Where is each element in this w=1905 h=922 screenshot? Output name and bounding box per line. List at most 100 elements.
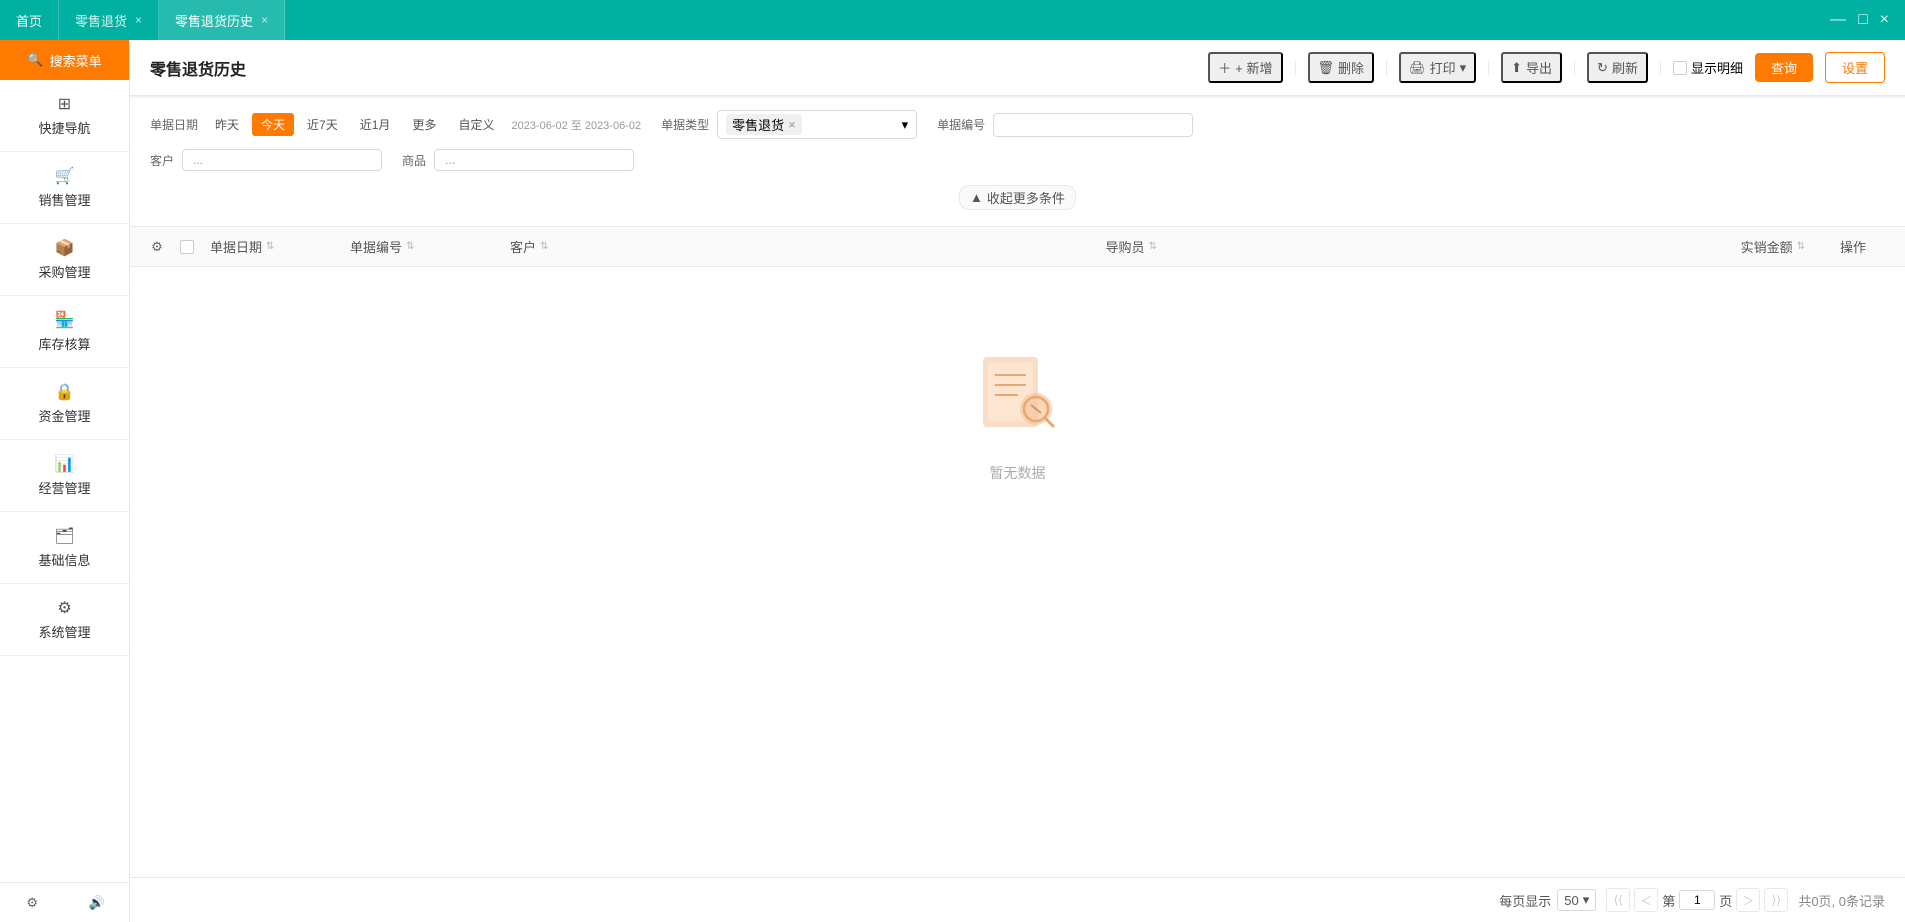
bill-type-label: 单据类型 bbox=[661, 116, 709, 133]
tab-retail-return[interactable]: 零售退货 × bbox=[59, 0, 159, 40]
page-number-input[interactable] bbox=[1679, 890, 1715, 910]
filter-bill-type: 单据类型 零售退货 × ▾ bbox=[661, 110, 917, 139]
th-bill-date[interactable]: 单据日期 ⇅ bbox=[202, 237, 342, 256]
date-range-display: 2023-06-02 至 2023-06-02 bbox=[511, 117, 641, 133]
show-detail-checkbox[interactable]: 显示明细 bbox=[1673, 58, 1743, 77]
per-page-label: 每页显示 bbox=[1499, 891, 1551, 910]
filter-product: 商品 ... bbox=[402, 149, 634, 171]
sales-icon: 🛒 bbox=[55, 166, 75, 186]
first-page-btn[interactable]: ⟨⟨ bbox=[1606, 888, 1630, 912]
delete-button[interactable]: 🗑 删除 bbox=[1308, 52, 1375, 83]
table-select-all-checkbox[interactable] bbox=[172, 240, 202, 254]
header-actions: ＋ + 新增 🗑 删除 🖨 打印 ▾ ⬆ 导出 bbox=[1208, 52, 1885, 83]
refresh-button[interactable]: ↻ 刷新 bbox=[1587, 52, 1648, 83]
empty-icon bbox=[968, 347, 1068, 447]
delete-label: 删除 bbox=[1338, 58, 1364, 77]
customer-select-btn[interactable]: ... bbox=[182, 149, 382, 171]
minimize-icon[interactable]: — bbox=[1830, 11, 1846, 29]
sidebar-item-finance[interactable]: 🔒 资金管理 bbox=[0, 368, 129, 440]
divider5 bbox=[1660, 61, 1661, 75]
sidebar-nav: ⊞ 快捷导航 🛒 销售管理 📦 采购管理 🏪 库存核算 🔒 资金管理 📊 bbox=[0, 80, 129, 882]
prev-page-btn[interactable]: ＜ bbox=[1634, 888, 1658, 912]
sidebar-item-purchase-mgmt[interactable]: 📦 采购管理 bbox=[0, 224, 129, 296]
bill-type-select[interactable]: 零售退货 × ▾ bbox=[717, 110, 917, 139]
table-container: ⚙ 单据日期 ⇅ 单据编号 ⇅ 客户 ⇅ 导购员 ⇅ bbox=[130, 227, 1905, 877]
close-retail-return-icon[interactable]: × bbox=[135, 13, 142, 27]
th-customer[interactable]: 客户 ⇅ bbox=[502, 237, 1098, 256]
settings-bottom-icon: ⚙ bbox=[26, 895, 38, 911]
query-button[interactable]: 查询 bbox=[1755, 53, 1813, 82]
search-menu-label: 搜索菜单 bbox=[50, 51, 102, 70]
date-btn-yesterday[interactable]: 昨天 bbox=[206, 113, 248, 136]
close-window-icon[interactable]: × bbox=[1880, 11, 1889, 29]
th-bill-no[interactable]: 单据编号 ⇅ bbox=[342, 237, 502, 256]
export-button[interactable]: ⬆ 导出 bbox=[1501, 52, 1562, 83]
sidebar-item-quick-nav[interactable]: ⊞ 快捷导航 bbox=[0, 80, 129, 152]
th-bill-no-label: 单据编号 bbox=[350, 237, 402, 256]
remove-bill-type-icon[interactable]: × bbox=[788, 117, 796, 132]
finance-icon: 🔒 bbox=[55, 382, 75, 402]
sidebar-item-sales-mgmt[interactable]: 🛒 销售管理 bbox=[0, 152, 129, 224]
add-button[interactable]: ＋ + 新增 bbox=[1208, 52, 1282, 83]
th-guide[interactable]: 导购员 ⇅ bbox=[1098, 237, 1694, 256]
empty-state: 暂无数据 bbox=[130, 267, 1905, 563]
sidebar-item-finance-label: 资金管理 bbox=[38, 406, 90, 425]
bill-no-input[interactable] bbox=[993, 113, 1193, 137]
basic-info-icon: 🗂 bbox=[54, 526, 74, 546]
page-label: 页 bbox=[1719, 891, 1732, 910]
export-icon: ⬆ bbox=[1511, 60, 1522, 76]
maximize-icon[interactable]: □ bbox=[1858, 11, 1868, 29]
collapse-label: 收起更多条件 bbox=[987, 188, 1065, 207]
divider2 bbox=[1386, 61, 1387, 75]
bill-type-tag: 零售退货 × bbox=[726, 114, 802, 135]
print-button[interactable]: 🖨 打印 ▾ bbox=[1399, 52, 1476, 83]
page-size-dropdown[interactable]: 50 ▾ bbox=[1557, 889, 1596, 911]
sort-amount-icon: ⇅ bbox=[1797, 241, 1805, 252]
sidebar-bottom: ⚙ 🔊 bbox=[0, 882, 129, 922]
export-label: 导出 bbox=[1526, 58, 1552, 77]
sidebar-item-basic-info[interactable]: 🗂 基础信息 bbox=[0, 512, 129, 584]
last-page-btn[interactable]: ⟩⟩ bbox=[1764, 888, 1788, 912]
sidebar-item-operations[interactable]: 📊 经营管理 bbox=[0, 440, 129, 512]
th-customer-label: 客户 bbox=[510, 237, 536, 256]
system-icon: ⚙ bbox=[57, 598, 71, 618]
home-tab-label: 首页 bbox=[16, 11, 42, 30]
sidebar-item-inventory-label: 库存核算 bbox=[38, 334, 90, 353]
pagination-footer: 每页显示 50 ▾ ⟨⟨ ＜ 第 页 ＞ ⟩⟩ 共0页, 0条记录 bbox=[130, 877, 1905, 922]
settings-button[interactable]: 设置 bbox=[1825, 52, 1885, 83]
next-page-btn[interactable]: ＞ bbox=[1736, 888, 1760, 912]
filter-bill-date: 单据日期 昨天 今天 近7天 近1月 更多 自定义 2023-06-02 至 2… bbox=[150, 113, 641, 136]
th-bill-date-label: 单据日期 bbox=[210, 237, 262, 256]
date-btn-7days[interactable]: 近7天 bbox=[298, 113, 347, 136]
page-navigation: ⟨⟨ ＜ 第 页 ＞ ⟩⟩ bbox=[1606, 888, 1788, 912]
search-menu-button[interactable]: 🔍 搜索菜单 bbox=[0, 40, 129, 80]
total-info: 共0页, 0条记录 bbox=[1798, 891, 1885, 910]
sidebar: 🔍 搜索菜单 ⊞ 快捷导航 🛒 销售管理 📦 采购管理 🏪 库存核算 🔒 bbox=[0, 40, 130, 922]
refresh-label: 刷新 bbox=[1612, 58, 1638, 77]
filter-row-2: 客户 ... 商品 ... bbox=[150, 149, 1885, 171]
settings-bottom-btn[interactable]: ⚙ bbox=[0, 883, 65, 922]
date-btn-today[interactable]: 今天 bbox=[252, 113, 294, 136]
main-layout: 🔍 搜索菜单 ⊞ 快捷导航 🛒 销售管理 📦 采购管理 🏪 库存核算 🔒 bbox=[0, 40, 1905, 922]
sidebar-item-system-label: 系统管理 bbox=[38, 622, 90, 641]
th-actual-amount[interactable]: 实销金额 ⇅ bbox=[1693, 237, 1813, 256]
add-label: + 新增 bbox=[1235, 58, 1272, 77]
product-select-btn[interactable]: ... bbox=[434, 149, 634, 171]
collapse-button[interactable]: ▲ 收起更多条件 bbox=[959, 185, 1076, 210]
th-action: 操作 bbox=[1813, 237, 1893, 256]
date-buttons: 昨天 今天 近7天 近1月 更多 自定义 bbox=[206, 113, 503, 136]
bill-no-label: 单据编号 bbox=[937, 116, 985, 133]
close-history-icon[interactable]: × bbox=[261, 13, 268, 27]
sidebar-item-inventory[interactable]: 🏪 库存核算 bbox=[0, 296, 129, 368]
tab-home[interactable]: 首页 bbox=[0, 0, 59, 40]
bill-type-value: 零售退货 bbox=[732, 115, 784, 134]
date-btn-custom[interactable]: 自定义 bbox=[449, 113, 503, 136]
date-btn-more[interactable]: 更多 bbox=[403, 113, 445, 136]
date-btn-1month[interactable]: 近1月 bbox=[351, 113, 400, 136]
table-settings-icon[interactable]: ⚙ bbox=[142, 239, 172, 255]
divider4 bbox=[1574, 61, 1575, 75]
add-icon: ＋ bbox=[1218, 58, 1231, 77]
tab-retail-return-history[interactable]: 零售退货历史 × bbox=[159, 0, 285, 40]
sidebar-item-system-mgmt[interactable]: ⚙ 系统管理 bbox=[0, 584, 129, 656]
audio-bottom-btn[interactable]: 🔊 bbox=[65, 883, 130, 922]
